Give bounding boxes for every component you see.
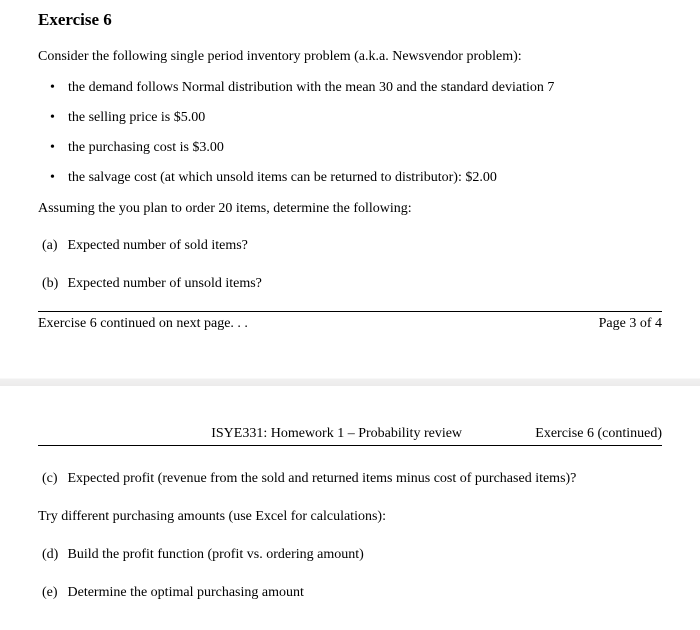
question-label: (e) <box>42 582 64 603</box>
question-label: (a) <box>42 235 64 256</box>
question-label: (c) <box>42 468 64 489</box>
question-text: Determine the optimal purchasing amount <box>68 585 304 600</box>
bullet-item: the selling price is $5.00 <box>68 107 662 128</box>
page-1: Exercise 6 Consider the following single… <box>0 0 700 332</box>
question-e: (e) Determine the optimal purchasing amo… <box>42 582 662 603</box>
sub-questions: (d) Build the profit function (profit vs… <box>38 544 662 603</box>
question-b: (b) Expected number of unsold items? <box>42 273 662 294</box>
question-text: Build the profit function (profit vs. or… <box>68 547 364 562</box>
sub-questions: (c) Expected profit (revenue from the so… <box>38 468 662 489</box>
page-2: ISYE331: Homework 1 – Probability review… <box>0 426 700 630</box>
bullet-list: the demand follows Normal distribution w… <box>38 77 662 188</box>
try-text: Try different purchasing amounts (use Ex… <box>38 506 662 527</box>
bullet-item: the purchasing cost is $3.00 <box>68 137 662 158</box>
bullet-item: the demand follows Normal distribution w… <box>68 77 662 98</box>
question-d: (d) Build the profit function (profit vs… <box>42 544 662 565</box>
question-label: (b) <box>42 273 64 294</box>
sub-questions: (a) Expected number of sold items? (b) E… <box>38 235 662 294</box>
question-label: (d) <box>42 544 64 565</box>
question-text: Expected number of unsold items? <box>68 276 262 291</box>
question-text: Expected number of sold items? <box>68 238 248 253</box>
continued-text: Exercise 6 continued on next page. . . <box>38 316 248 332</box>
page-separator <box>0 350 700 412</box>
exercise-title: Exercise 6 <box>38 10 662 30</box>
page-header: ISYE331: Homework 1 – Probability review… <box>38 426 662 446</box>
course-title: ISYE331: Homework 1 – Probability review <box>38 426 535 442</box>
question-c: (c) Expected profit (revenue from the so… <box>42 468 662 489</box>
page-footer: Exercise 6 continued on next page. . . P… <box>38 311 662 332</box>
question-a: (a) Expected number of sold items? <box>42 235 662 256</box>
question-text: Expected profit (revenue from the sold a… <box>68 471 577 486</box>
assume-text: Assuming the you plan to order 20 items,… <box>38 198 662 219</box>
exercise-continued: Exercise 6 (continued) <box>535 426 662 442</box>
intro-text: Consider the following single period inv… <box>38 46 662 67</box>
bullet-item: the salvage cost (at which unsold items … <box>68 167 662 188</box>
page-number: Page 3 of 4 <box>599 316 662 332</box>
